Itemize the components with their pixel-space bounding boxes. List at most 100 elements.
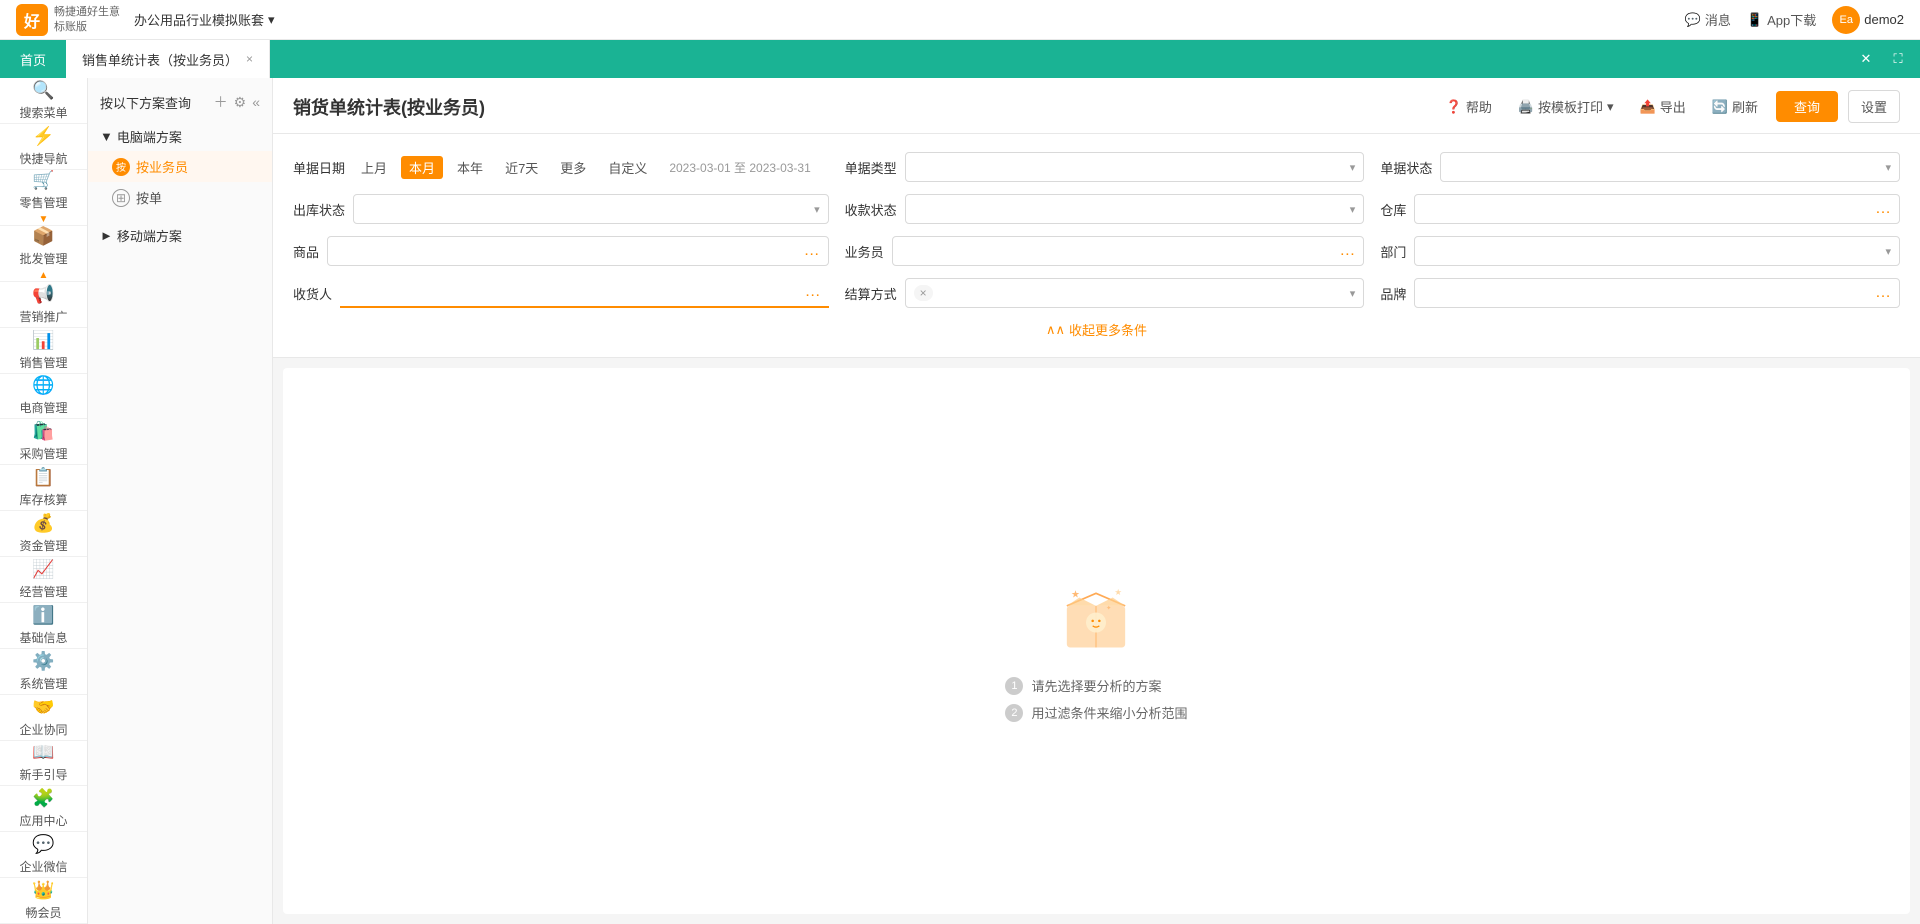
date-tab-more[interactable]: 更多 bbox=[552, 156, 594, 179]
system-icon: ⚙️ bbox=[32, 651, 54, 672]
out-status-arrow-icon: ▾ bbox=[814, 203, 820, 216]
dept-select[interactable]: ▾ bbox=[1414, 236, 1900, 266]
sidebar-item-wholesale[interactable]: 📦 批发管理 ▲ bbox=[0, 226, 87, 282]
consignee-label: 收货人 bbox=[293, 284, 332, 303]
sidebar-item-finance[interactable]: 💰 资金管理 bbox=[0, 511, 87, 557]
sidebar-item-basic[interactable]: ℹ️ 基础信息 bbox=[0, 603, 87, 649]
date-tab-custom[interactable]: 自定义 bbox=[600, 156, 655, 179]
tab-close-button[interactable]: ✕ bbox=[1852, 45, 1880, 73]
apps-icon: 🧩 bbox=[32, 788, 54, 809]
empty-tips: 1 请先选择要分析的方案 2 用过滤条件来缩小分析范围 bbox=[1005, 676, 1187, 722]
sidebar-item-inventory[interactable]: 📋 库存核算 bbox=[0, 465, 87, 511]
filter-row-3: 商品 … 业务员 … bbox=[293, 230, 1900, 272]
type-select[interactable]: ▾ bbox=[905, 152, 1365, 182]
sidebar-item-coop[interactable]: 🤝 企业协同 bbox=[0, 695, 87, 741]
settlement-arrow-icon: ▾ bbox=[1350, 287, 1356, 300]
tab-home-label: 首页 bbox=[20, 50, 46, 69]
sidebar-item-operations[interactable]: 📈 经营管理 bbox=[0, 557, 87, 603]
salesperson-select[interactable]: … bbox=[892, 236, 1365, 266]
sidebar-item-retail[interactable]: 🛒 零售管理 ▼ bbox=[0, 170, 87, 226]
search-icon: 🔍 bbox=[32, 80, 54, 101]
sidebar-item-search[interactable]: 🔍 搜索菜单 bbox=[0, 78, 87, 124]
sidebar-item-shortcut[interactable]: ⚡ 快捷导航 bbox=[0, 124, 87, 170]
type-filter-label: 单据类型 bbox=[845, 158, 897, 177]
sidebar-item-system[interactable]: ⚙️ 系统管理 bbox=[0, 649, 87, 695]
svg-text:✦: ✦ bbox=[1106, 604, 1112, 612]
status-filter-label: 单据状态 bbox=[1380, 158, 1432, 177]
user-action[interactable]: Ea demo2 bbox=[1832, 6, 1904, 34]
tabbar: 首页 销售单统计表（按业务员） × ✕ ⛶ bbox=[0, 40, 1920, 78]
sidebar-item-guide[interactable]: 📖 新手引导 bbox=[0, 741, 87, 787]
help-button[interactable]: ❓ 帮助 bbox=[1438, 93, 1500, 120]
export-icon: 📤 bbox=[1640, 99, 1656, 115]
guide-icon: 📖 bbox=[32, 742, 54, 763]
date-tab-this-year[interactable]: 本年 bbox=[449, 156, 491, 179]
sidebar-label-vip: 畅会员 bbox=[25, 904, 61, 921]
date-filter-col: 单据日期 上月 本月 本年 近7天 更多 自定义 2023-03-01 至 20… bbox=[293, 146, 829, 188]
sidebar-item-vip[interactable]: 👑 畅会员 bbox=[0, 878, 87, 924]
tab-sales-report[interactable]: 销售单统计表（按业务员） × bbox=[66, 40, 270, 78]
date-tab-this-month[interactable]: 本月 bbox=[401, 156, 443, 179]
message-action[interactable]: 💬 消息 bbox=[1685, 10, 1731, 29]
goods-col: 商品 … bbox=[293, 230, 829, 272]
sidebar-label-system: 系统管理 bbox=[19, 675, 67, 692]
settings-scheme-icon[interactable]: ⚙ bbox=[234, 94, 247, 111]
settings-button[interactable]: 设置 bbox=[1848, 90, 1900, 123]
sidebar-label-wholesale: 批发管理 bbox=[19, 250, 67, 267]
vip-icon: 👑 bbox=[32, 880, 54, 901]
message-label: 消息 bbox=[1705, 10, 1731, 29]
mobile-section-label: 移动端方案 bbox=[117, 226, 182, 245]
collapse-sidebar-icon[interactable]: « bbox=[252, 94, 260, 110]
tab-home[interactable]: 首页 bbox=[0, 40, 66, 78]
settlement-label: 结算方式 bbox=[845, 284, 897, 303]
tip-num-1: 1 bbox=[1005, 677, 1023, 695]
page-actions: ❓ 帮助 🖨️ 按模板打印 ▾ 📤 导出 🔄 刷新 bbox=[1438, 90, 1900, 123]
type-arrow-icon: ▾ bbox=[1350, 161, 1356, 174]
status-select[interactable]: ▾ bbox=[1440, 152, 1900, 182]
pc-section-title[interactable]: ▼ 电脑端方案 bbox=[88, 122, 272, 151]
receipt-status-select[interactable]: ▾ bbox=[905, 194, 1365, 224]
breadcrumb-select[interactable]: 办公用品行业模拟账套 ▾ bbox=[128, 8, 281, 31]
tab-close-icon[interactable]: × bbox=[246, 53, 253, 65]
data-area: ★ ★ ✦ 1 请先选择要分析的方案 2 用过滤条件来缩小分析范围 bbox=[283, 368, 1910, 914]
add-scheme-icon[interactable]: ＋ bbox=[214, 92, 228, 112]
consignee-select[interactable]: … bbox=[340, 278, 829, 308]
sidebar-label-operations: 经营管理 bbox=[19, 583, 67, 600]
query-button[interactable]: 查询 bbox=[1776, 91, 1838, 122]
mobile-section-arrow: ► bbox=[100, 228, 113, 243]
left-sidebar: 🔍 搜索菜单 ⚡ 快捷导航 🛒 零售管理 ▼ 📦 批发管理 ▲ 📢 营销推广 📊… bbox=[0, 78, 88, 924]
out-status-select[interactable]: ▾ bbox=[353, 194, 829, 224]
scheme-by-order[interactable]: ⊞ 按单 bbox=[88, 182, 272, 213]
salesperson-control: … bbox=[892, 236, 1365, 266]
sidebar-item-wechat[interactable]: 💬 企业微信 bbox=[0, 832, 87, 878]
settlement-select[interactable]: × ▾ bbox=[905, 278, 1365, 308]
warehouse-col: 仓库 … bbox=[1364, 188, 1900, 230]
tab-maximize-button[interactable]: ⛶ bbox=[1884, 45, 1912, 73]
sidebar-item-sales[interactable]: 📊 销售管理 bbox=[0, 328, 87, 374]
settlement-clear-tag[interactable]: × bbox=[914, 285, 933, 301]
date-tab-last-month[interactable]: 上月 bbox=[353, 156, 395, 179]
sidebar-item-apps[interactable]: 🧩 应用中心 bbox=[0, 786, 87, 832]
status-filter-col: 单据状态 ▾ bbox=[1364, 146, 1900, 188]
wechat-icon: 💬 bbox=[32, 834, 54, 855]
page-title: 销货单统计表(按业务员) bbox=[293, 94, 485, 120]
print-button[interactable]: 🖨️ 按模板打印 ▾ bbox=[1510, 93, 1622, 120]
app-download-action[interactable]: 📱 App下载 bbox=[1747, 10, 1816, 29]
sidebar-item-purchase[interactable]: 🛍️ 采购管理 bbox=[0, 419, 87, 465]
refresh-button[interactable]: 🔄 刷新 bbox=[1704, 93, 1766, 120]
app-label: App下载 bbox=[1767, 10, 1816, 29]
scheme-by-salesperson[interactable]: 按 按业务员 bbox=[88, 151, 272, 182]
sidebar-label-coop: 企业协同 bbox=[19, 721, 67, 738]
sidebar-item-marketing[interactable]: 📢 营销推广 bbox=[0, 282, 87, 328]
warehouse-select[interactable]: … bbox=[1414, 194, 1900, 224]
settlement-clear-icon[interactable]: × bbox=[920, 286, 927, 300]
export-button[interactable]: 📤 导出 bbox=[1632, 93, 1694, 120]
sidebar-item-ecommerce[interactable]: 🌐 电商管理 bbox=[0, 374, 87, 420]
mobile-section-title[interactable]: ► 移动端方案 bbox=[88, 221, 272, 250]
goods-select[interactable]: … bbox=[327, 236, 829, 266]
date-tab-7days[interactable]: 近7天 bbox=[497, 156, 546, 179]
collapse-button[interactable]: ∧∧ 收起更多条件 bbox=[293, 314, 1900, 345]
tab-label: 销售单统计表（按业务员） bbox=[82, 50, 238, 69]
brand-select[interactable]: … bbox=[1414, 278, 1900, 308]
breadcrumb-text: 办公用品行业模拟账套 bbox=[134, 10, 264, 29]
